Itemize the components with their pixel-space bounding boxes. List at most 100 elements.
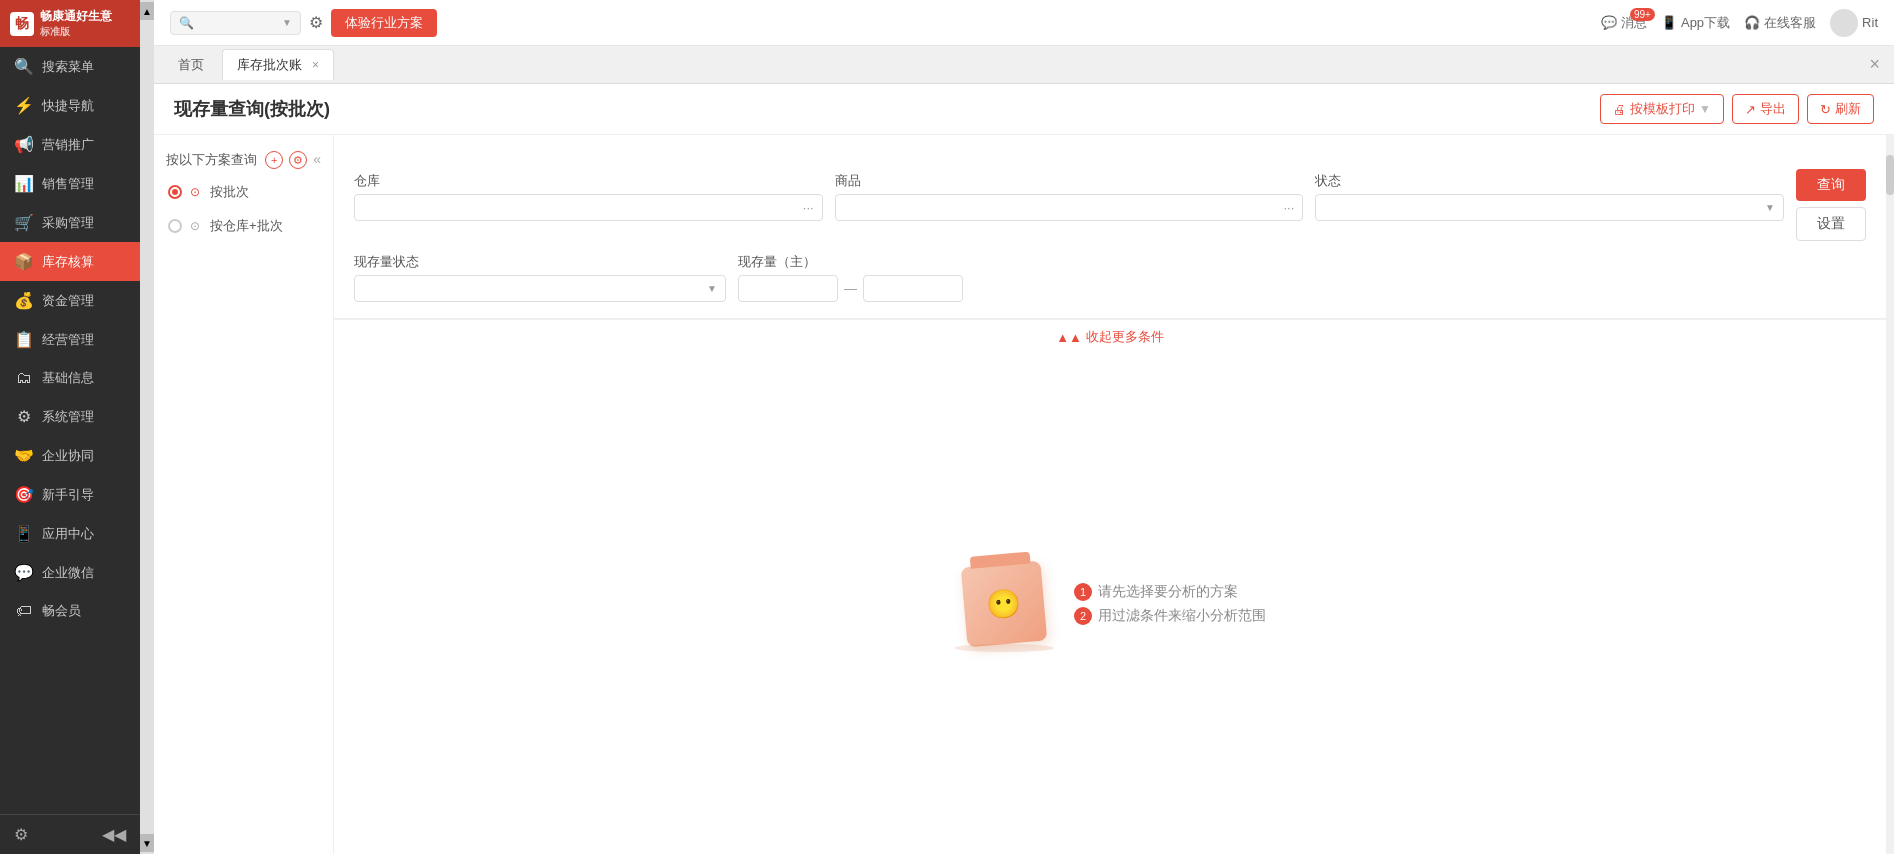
sidebar-scroll-down[interactable]: ▼: [140, 834, 154, 852]
sidebar-item-purchase[interactable]: 🛒 采购管理: [0, 203, 140, 242]
sidebar-item-base[interactable]: 🗂 基础信息: [0, 359, 140, 397]
customer-service-button[interactable]: 🎧 在线客服: [1744, 14, 1816, 32]
export-button[interactable]: ↗ 导出: [1732, 94, 1799, 124]
empty-illustration: 😶: [954, 554, 1054, 654]
sidebar-item-members[interactable]: 🏷 畅会员: [0, 592, 140, 630]
user-name: Rit: [1862, 15, 1878, 30]
sidebar-item-search[interactable]: 🔍 搜索菜单: [0, 47, 140, 86]
filter-scheme-batch-label: 按批次: [210, 183, 249, 201]
printer-icon: 🖨: [1613, 102, 1626, 117]
sidebar-item-system[interactable]: ⚙ 系统管理: [0, 397, 140, 436]
avatar: [1830, 9, 1858, 37]
filter-settings-button[interactable]: 设置: [1796, 207, 1866, 241]
sidebar-item-label: 库存核算: [42, 253, 94, 271]
query-button[interactable]: 查询: [1796, 169, 1866, 201]
close-page-button[interactable]: ×: [1865, 54, 1884, 75]
refresh-icon: ↻: [1820, 102, 1831, 117]
stock-status-select[interactable]: [363, 281, 703, 296]
tip-1-text: 请先选择要分析的方案: [1098, 583, 1238, 601]
app-logo: 畅: [10, 12, 34, 36]
collapse-more-label: 收起更多条件: [1086, 328, 1164, 346]
goods-dots[interactable]: ···: [1284, 200, 1295, 215]
sidebar-item-operation[interactable]: 📋 经营管理: [0, 320, 140, 359]
experience-button[interactable]: 体验行业方案: [331, 9, 437, 37]
add-scheme-icon[interactable]: +: [265, 151, 283, 169]
sidebar-item-sales[interactable]: 📊 销售管理: [0, 164, 140, 203]
status-select-wrap[interactable]: ▼: [1315, 194, 1784, 221]
close-tab-icon[interactable]: ×: [312, 58, 319, 72]
sidebar-item-label: 经营管理: [42, 331, 94, 349]
refresh-label: 刷新: [1835, 100, 1861, 118]
empty-face-icon: 😶: [985, 586, 1023, 622]
user-menu[interactable]: Rit: [1830, 9, 1878, 37]
app-download-label: App下载: [1681, 14, 1730, 32]
stock-qty-min[interactable]: [738, 275, 838, 302]
right-scrollbar[interactable]: [1886, 135, 1894, 854]
empty-tip-1: 1 请先选择要分析的方案: [1074, 583, 1266, 601]
sidebar-item-label: 系统管理: [42, 408, 94, 426]
status-select[interactable]: [1324, 200, 1761, 215]
sidebar-item-marketing[interactable]: 📢 营销推广: [0, 125, 140, 164]
warehouse-input[interactable]: [363, 200, 799, 215]
message-badge: 99+: [1630, 8, 1655, 21]
template-print-label: 按模板打印: [1630, 100, 1695, 118]
app-download-button[interactable]: 📱 App下载: [1661, 14, 1730, 32]
settings-footer-icon[interactable]: ⚙: [14, 825, 28, 844]
empty-tip-2: 2 用过滤条件来缩小分析范围: [1074, 607, 1266, 625]
export-icon: ↗: [1745, 102, 1756, 117]
filter-panel-icons: + ⚙ «: [265, 151, 321, 169]
topbar-left: 🔍 ▼ ⚙ 体验行业方案: [170, 9, 1593, 37]
radio-batch: [168, 185, 182, 199]
settings-topbar-icon[interactable]: ⚙: [309, 13, 323, 32]
refresh-button[interactable]: ↻ 刷新: [1807, 94, 1874, 124]
sidebar-item-label: 采购管理: [42, 214, 94, 232]
stock-qty-label: 现存量（主）: [738, 253, 1110, 271]
sidebar-item-label: 畅会员: [42, 602, 81, 620]
warehouse-label: 仓库: [354, 172, 823, 190]
sidebar-scroll-up[interactable]: ▲: [140, 2, 154, 20]
stock-qty-max[interactable]: [863, 275, 963, 302]
message-icon: 💬: [1601, 15, 1617, 30]
tab-inventory-batch[interactable]: 库存批次账 ×: [222, 49, 334, 80]
filter-scheme-batch[interactable]: ⊙ 按批次: [154, 175, 333, 209]
sidebar-item-inventory[interactable]: 📦 库存核算: [0, 242, 140, 281]
phone-download-icon: 📱: [1661, 15, 1677, 30]
settings-scheme-icon[interactable]: ⚙: [289, 151, 307, 169]
main-content: 仓库 ··· 商品 ···: [334, 135, 1886, 854]
stock-status-select-wrap[interactable]: ▼: [354, 275, 726, 302]
goods-input[interactable]: [844, 200, 1280, 215]
tab-home-label: 首页: [178, 56, 204, 74]
tab-home[interactable]: 首页: [164, 50, 218, 80]
topbar-search[interactable]: 🔍 ▼: [170, 11, 301, 35]
sidebar-item-enterprise[interactable]: 🤝 企业协同: [0, 436, 140, 475]
handshake-icon: 🤝: [14, 446, 34, 465]
sidebar-item-guide[interactable]: 🎯 新手引导: [0, 475, 140, 514]
filter-row-1: 仓库 ··· 商品 ···: [354, 151, 1866, 241]
collapse-more-button[interactable]: ▲▲ 收起更多条件: [334, 319, 1886, 354]
collapse-panel-icon[interactable]: «: [313, 151, 321, 169]
warehouse-dots[interactable]: ···: [803, 200, 814, 215]
warehouse-input-wrap[interactable]: ···: [354, 194, 823, 221]
sidebar-item-apps[interactable]: 📱 应用中心: [0, 514, 140, 553]
range-separator: —: [844, 281, 857, 296]
message-button[interactable]: 💬 消息 99+: [1601, 14, 1647, 32]
filter-scheme-warehouse-batch-label: 按仓库+批次: [210, 217, 283, 235]
topbar: 🔍 ▼ ⚙ 体验行业方案 💬 消息 99+ 📱 App下载 🎧 在线客服: [154, 0, 1894, 46]
search-input[interactable]: [198, 16, 278, 30]
sidebar-item-label: 应用中心: [42, 525, 94, 543]
goods-input-wrap[interactable]: ···: [835, 194, 1304, 221]
sidebar-item-finance[interactable]: 💰 资金管理: [0, 281, 140, 320]
sidebar-item-wechat[interactable]: 💬 企业微信: [0, 553, 140, 592]
collapse-sidebar-icon[interactable]: ◀◀: [102, 825, 126, 844]
chevron-down-stock-icon: ▼: [707, 283, 717, 294]
right-scroll-thumb[interactable]: [1886, 155, 1894, 195]
chevron-down-status-icon: ▼: [1765, 202, 1775, 213]
tip-1-num: 1: [1074, 583, 1092, 601]
sidebar: 畅 畅康通好生意 标准版 🔍 搜索菜单 ⚡ 快捷导航 📢 营销推广 📊 销售管理…: [0, 0, 140, 854]
status-label: 状态: [1315, 172, 1784, 190]
content-area: 按以下方案查询 + ⚙ « ⊙ 按批次 ⊙ 按仓库+批次: [154, 135, 1894, 854]
template-print-button[interactable]: 🖨 按模板打印 ▼: [1600, 94, 1724, 124]
sidebar-item-quick-nav[interactable]: ⚡ 快捷导航: [0, 86, 140, 125]
filter-scheme-warehouse-batch[interactable]: ⊙ 按仓库+批次: [154, 209, 333, 243]
megaphone-icon: 📢: [14, 135, 34, 154]
